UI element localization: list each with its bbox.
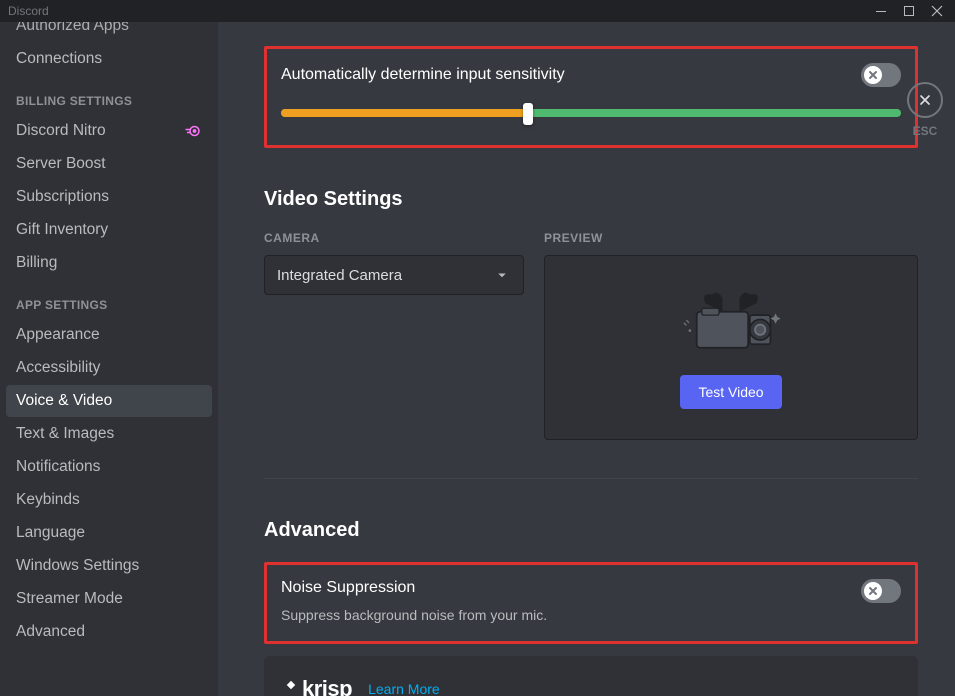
sidebar-item-connections[interactable]: Connections [6,43,212,75]
noise-suppression-desc: Suppress background noise from your mic. [281,607,861,623]
sidebar-item-label: Streamer Mode [16,590,123,608]
noise-suppression-section: Noise Suppression Suppress background no… [264,562,918,644]
sidebar-item-label: Keybinds [16,491,80,509]
sidebar-item-authorized-apps[interactable]: Authorized Apps [6,22,212,42]
close-settings-button[interactable] [907,82,943,118]
krisp-logo: krisp [288,676,352,696]
sidebar-item-voice-video[interactable]: Voice & Video [6,385,212,417]
sidebar-item-label: Authorized Apps [16,22,129,35]
sidebar-item-billing[interactable]: Billing [6,247,212,279]
camera-placeholder-icon [671,287,791,357]
esc-label: ESC [895,124,955,138]
krisp-logo-icon [287,681,295,689]
sidebar-item-label: Notifications [16,458,100,476]
noise-suppression-toggle[interactable] [861,579,901,603]
advanced-heading: Advanced [264,519,918,542]
auto-sensitivity-label: Automatically determine input sensitivit… [281,66,565,84]
sensitivity-slider[interactable] [281,109,901,117]
chevron-down-icon [493,266,511,284]
maximize-button[interactable] [895,0,923,22]
slider-thumb[interactable] [523,103,533,125]
sidebar-item-label: Language [16,524,85,542]
sidebar-item-keybinds[interactable]: Keybinds [6,484,212,516]
krisp-promo: krisp Learn More [264,656,918,696]
sidebar-item-label: Advanced [16,623,85,641]
sidebar-item-streamer-mode[interactable]: Streamer Mode [6,583,212,615]
sidebar-item-label: Appearance [16,326,100,344]
sidebar-item-notifications[interactable]: Notifications [6,451,212,483]
sidebar-item-label: Text & Images [16,425,114,443]
sidebar-item-advanced[interactable]: Advanced [6,616,212,648]
minimize-button[interactable] [867,0,895,22]
camera-field-label: CAMERA [264,231,524,245]
sidebar-item-accessibility[interactable]: Accessibility [6,352,212,384]
test-video-button[interactable]: Test Video [680,375,781,409]
sidebar-item-label: Connections [16,50,102,68]
sidebar-item-label: Server Boost [16,155,106,173]
slider-fill [281,109,529,117]
sidebar-item-label: Accessibility [16,359,100,377]
app-title: Discord [8,4,49,18]
sidebar-item-gift-inventory[interactable]: Gift Inventory [6,214,212,246]
noise-suppression-label: Noise Suppression [281,579,861,597]
window-titlebar: Discord [0,0,955,22]
nitro-badge-icon [184,124,202,138]
camera-select-value: Integrated Camera [277,267,402,284]
section-divider [264,478,918,479]
sidebar-item-discord-nitro[interactable]: Discord Nitro [6,115,212,147]
sidebar-item-server-boost[interactable]: Server Boost [6,148,212,180]
sidebar-item-text-images[interactable]: Text & Images [6,418,212,450]
auto-sensitivity-toggle[interactable] [861,63,901,87]
toggle-knob-icon [864,66,882,84]
sidebar-item-label: Windows Settings [16,557,139,575]
sidebar-item-label: Gift Inventory [16,221,108,239]
sidebar-item-appearance[interactable]: Appearance [6,319,212,351]
settings-sidebar: Authorized Apps Connections BILLING SETT… [0,22,218,696]
video-preview: Test Video [544,255,918,440]
input-sensitivity-section: Automatically determine input sensitivit… [264,46,918,148]
sidebar-item-subscriptions[interactable]: Subscriptions [6,181,212,213]
sidebar-header-billing: BILLING SETTINGS [6,76,212,114]
sidebar-item-label: Subscriptions [16,188,109,206]
close-settings: ESC [895,82,955,138]
preview-field-label: PREVIEW [544,231,918,245]
sidebar-item-label: Voice & Video [16,392,112,410]
video-settings-heading: Video Settings [264,188,918,211]
sidebar-header-app: APP SETTINGS [6,280,212,318]
krisp-logo-text: krisp [302,676,352,696]
close-button[interactable] [923,0,951,22]
camera-select[interactable]: Integrated Camera [264,255,524,295]
krisp-learn-more-link[interactable]: Learn More [368,681,440,696]
toggle-knob-icon [864,582,882,600]
sidebar-item-label: Billing [16,254,57,272]
sidebar-item-windows-settings[interactable]: Windows Settings [6,550,212,582]
settings-content: ESC Automatically determine input sensit… [218,22,955,696]
window-controls [867,0,951,22]
sidebar-item-label: Discord Nitro [16,122,106,140]
sidebar-item-language[interactable]: Language [6,517,212,549]
